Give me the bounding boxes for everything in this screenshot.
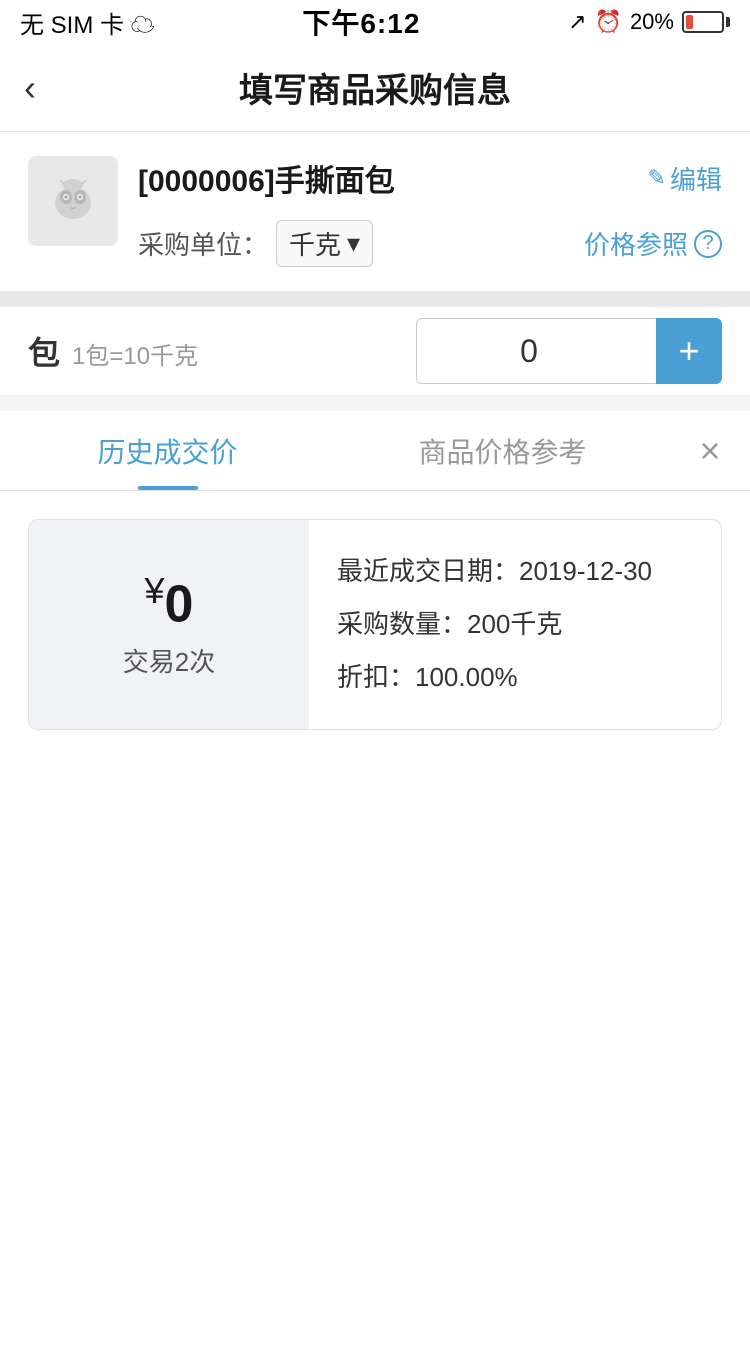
tab-price-ref-label: 商品价格参考	[418, 431, 586, 471]
quantity-section: 包 1包=10千克 +	[0, 307, 750, 395]
purchase-quantity-row: 采购数量：200千克	[337, 605, 693, 644]
quantity-conversion-note: 1包=10千克	[72, 336, 198, 371]
card-price-section: ¥0 交易2次	[29, 520, 309, 729]
unit-value: 千克	[289, 225, 341, 262]
section-divider	[0, 291, 750, 307]
edit-label: 编辑	[670, 160, 722, 197]
product-name: [0000006]手撕面包	[138, 156, 395, 200]
unit-label: 采购单位：	[138, 225, 268, 262]
unit-select-dropdown[interactable]: 千克 ▾	[276, 220, 373, 267]
quantity-unit-label: 包	[28, 328, 60, 374]
quantity-label-wrap: 包 1包=10千克	[28, 328, 198, 374]
tab-history-price[interactable]: 历史成交价	[0, 411, 335, 490]
battery-percent: 20%	[630, 9, 674, 35]
currency-symbol: ¥	[145, 570, 165, 611]
alarm-icon: ⏰	[595, 9, 622, 35]
status-time: 下午6:12	[302, 2, 420, 42]
price-number: 0	[165, 575, 194, 633]
product-section: [0000006]手撕面包 ✎ 编辑 采购单位： 千克 ▾ 价格参照 ?	[0, 132, 750, 291]
edit-icon: ✎	[648, 165, 666, 191]
nav-bar: ‹ 填写商品采购信息	[0, 44, 750, 132]
purchase-quantity-label: 采购数量：	[337, 609, 467, 639]
tab-history-label: 历史成交价	[97, 431, 237, 471]
history-content: ¥0 交易2次 最近成交日期：2019-12-30 采购数量：200千克 折扣：…	[0, 491, 750, 758]
history-card: ¥0 交易2次 最近成交日期：2019-12-30 采购数量：200千克 折扣：…	[28, 519, 722, 730]
location-icon: ↗	[568, 9, 586, 35]
tab-close-button[interactable]: ×	[670, 430, 750, 472]
price-reference-button[interactable]: 价格参照 ?	[584, 225, 722, 262]
back-button[interactable]: ‹	[24, 67, 36, 109]
page-title: 填写商品采购信息	[239, 63, 511, 112]
tab-panel: 历史成交价 商品价格参考 × ¥0 交易2次 最近成交日期：2019-12-30…	[0, 411, 750, 758]
tab-header: 历史成交价 商品价格参考 ×	[0, 411, 750, 491]
quantity-input-wrap: +	[416, 318, 722, 384]
status-bar: 无 SIM 卡 ☁ 下午6:12 ↗ ⏰ 20%	[0, 0, 750, 44]
quantity-input[interactable]	[416, 318, 656, 384]
product-name-row: [0000006]手撕面包 ✎ 编辑	[138, 156, 722, 200]
card-price-value: ¥0	[145, 570, 194, 634]
last-trade-date-label: 最近成交日期：	[337, 556, 519, 586]
product-info: [0000006]手撕面包 ✎ 编辑 采购单位： 千克 ▾ 价格参照 ?	[138, 156, 722, 267]
trade-count: 交易2次	[123, 642, 215, 679]
purchase-quantity-value: 200千克	[467, 609, 562, 639]
close-icon: ×	[699, 430, 720, 472]
edit-button[interactable]: ✎ 编辑	[648, 160, 722, 197]
product-image-icon	[43, 171, 103, 231]
discount-row: 折扣：100.00%	[337, 658, 693, 697]
product-thumbnail	[28, 156, 118, 246]
dropdown-arrow-icon: ▾	[347, 228, 360, 259]
sim-status: 无 SIM 卡 ☁	[20, 5, 155, 40]
status-left: 无 SIM 卡 ☁	[20, 5, 155, 40]
tab-price-reference[interactable]: 商品价格参考	[335, 411, 670, 490]
product-header: [0000006]手撕面包 ✎ 编辑 采购单位： 千克 ▾ 价格参照 ?	[28, 156, 722, 267]
discount-label: 折扣：	[337, 662, 415, 692]
card-detail-section: 最近成交日期：2019-12-30 采购数量：200千克 折扣：100.00%	[309, 520, 721, 729]
last-trade-date-value: 2019-12-30	[519, 556, 652, 586]
product-unit-row: 采购单位： 千克 ▾ 价格参照 ?	[138, 220, 722, 267]
info-icon: ?	[694, 230, 722, 258]
battery-icon	[682, 11, 730, 33]
last-trade-date-row: 最近成交日期：2019-12-30	[337, 552, 693, 591]
price-ref-label: 价格参照	[584, 225, 688, 262]
status-right: ↗ ⏰ 20%	[568, 9, 730, 35]
quantity-plus-button[interactable]: +	[656, 318, 722, 384]
plus-icon: +	[678, 330, 699, 372]
discount-value: 100.00%	[415, 662, 518, 692]
page-rest	[0, 758, 750, 1358]
